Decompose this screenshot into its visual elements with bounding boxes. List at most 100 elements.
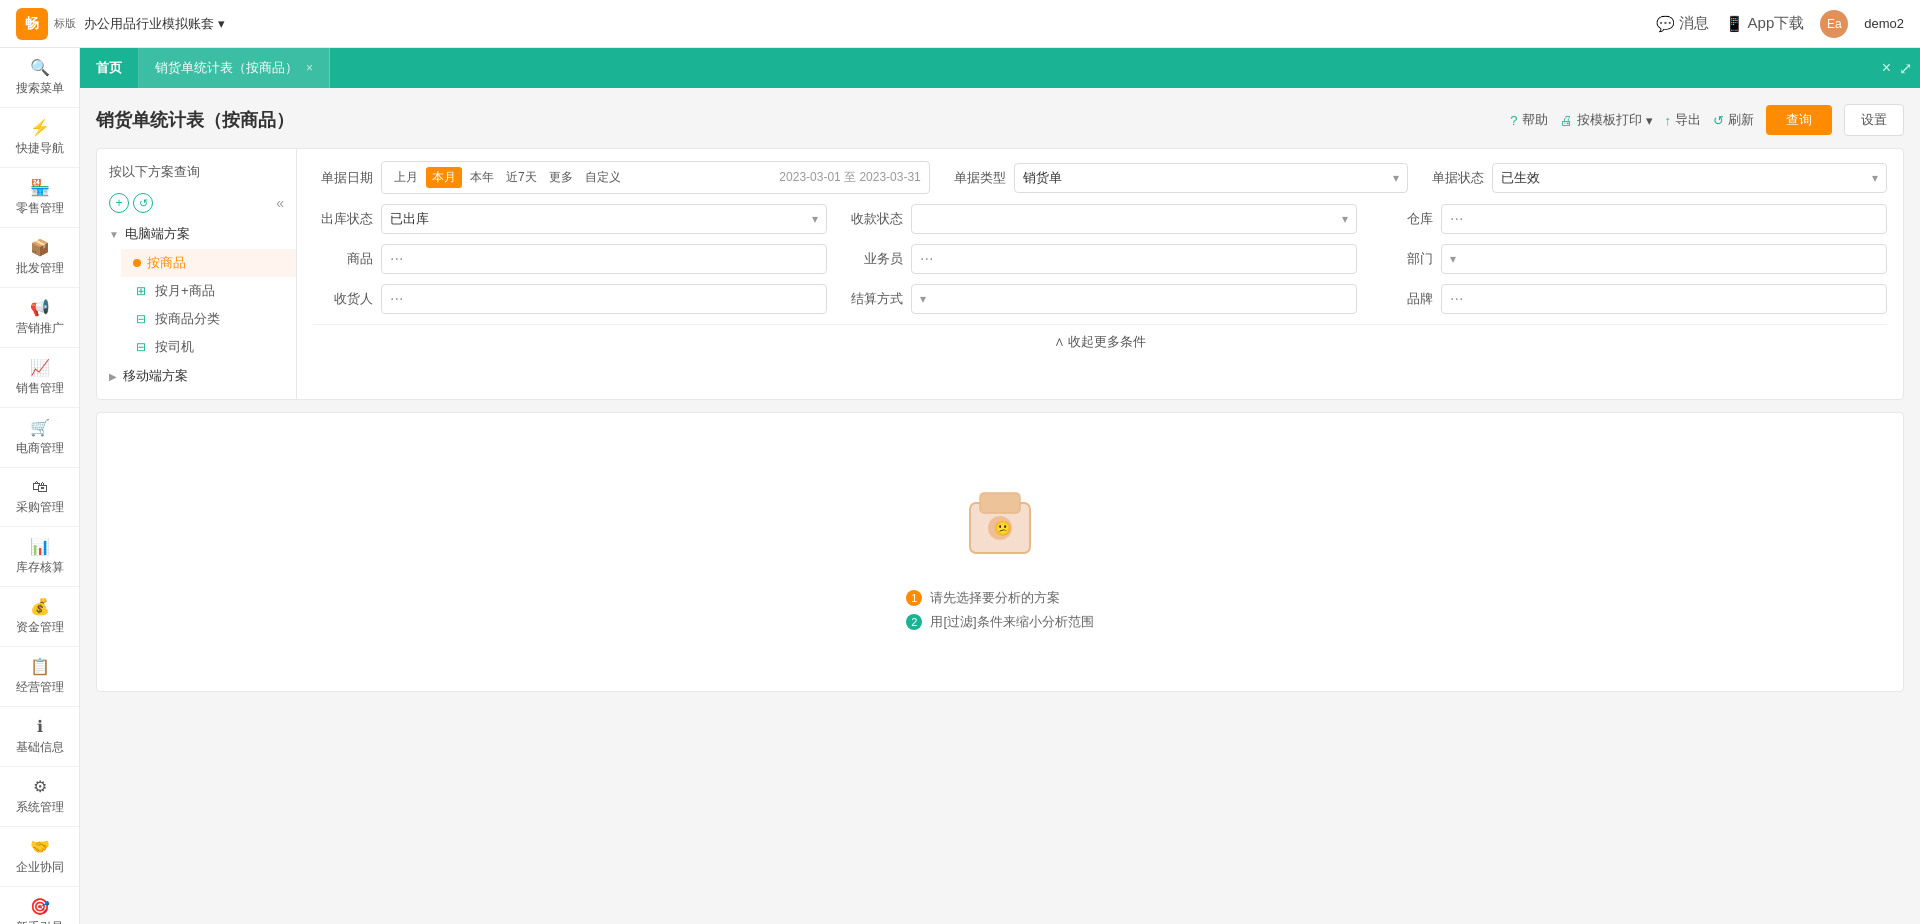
filter-receive-field: 收款状态 ▾ bbox=[843, 204, 1357, 234]
scheme-item-month-goods[interactable]: ⊞ 按月+商品 bbox=[121, 277, 296, 305]
sidebar-label-marketing: 营销推广 bbox=[16, 320, 64, 337]
scheme-refresh-btn[interactable]: ↺ bbox=[133, 193, 153, 213]
date-btn-thismonth[interactable]: 本月 bbox=[426, 167, 462, 188]
sidebar-item-search[interactable]: 🔍 搜索菜单 bbox=[0, 48, 79, 108]
scheme-collapse-btn[interactable]: « bbox=[276, 195, 284, 211]
brand-label: 品牌 bbox=[1373, 290, 1433, 308]
industry-select[interactable]: 办公用品行业模拟账套 ▾ bbox=[84, 15, 225, 33]
sidebar-item-marketing[interactable]: 📢 营销推广 bbox=[0, 288, 79, 348]
sidebar-item-operation[interactable]: 📋 经营管理 bbox=[0, 647, 79, 707]
filter-fields: 单据日期 上月 本月 本年 近7天 更多 自定义 bbox=[297, 149, 1903, 399]
warehouse-control[interactable]: ··· bbox=[1441, 204, 1887, 234]
scheme-group-pc-label: 电脑端方案 bbox=[125, 225, 190, 243]
query-button[interactable]: 查询 bbox=[1766, 105, 1832, 135]
empty-state: 😕 1 请先选择要分析的方案 2 用[过滤]条件来缩小分析范围 bbox=[96, 412, 1904, 692]
type-control[interactable]: 销货单 ▾ bbox=[1014, 163, 1409, 193]
app-label: App下载 bbox=[1748, 14, 1805, 33]
scheme-panel: 按以下方案查询 + ↺ « ▼ bbox=[97, 149, 297, 399]
sidebar-item-guide[interactable]: 🎯 新手引导 bbox=[0, 887, 79, 924]
date-btn-lastmonth[interactable]: 上月 bbox=[390, 167, 422, 188]
date-control[interactable]: 上月 本月 本年 近7天 更多 自定义 2023-03-01 至 2023-03… bbox=[381, 161, 930, 194]
sidebar-item-inventory[interactable]: 📊 库存核算 bbox=[0, 527, 79, 587]
sidebar-item-ecommerce[interactable]: 🛒 电商管理 bbox=[0, 408, 79, 468]
search-icon: 🔍 bbox=[30, 58, 50, 77]
sidebar-label-finance: 资金管理 bbox=[16, 619, 64, 636]
scheme-group-mobile-header[interactable]: ▶ 移动端方案 bbox=[97, 361, 296, 391]
basic-icon: ℹ bbox=[37, 717, 43, 736]
brand-control[interactable]: ··· bbox=[1441, 284, 1887, 314]
panel-body: 按以下方案查询 + ↺ « ▼ bbox=[97, 149, 1903, 399]
industry-name: 办公用品行业模拟账套 bbox=[84, 15, 214, 33]
sidebar-item-purchase[interactable]: 🛍 采购管理 bbox=[0, 468, 79, 527]
collapse-btn[interactable]: ∧ 收起更多条件 bbox=[313, 324, 1887, 359]
tip-num-2: 2 bbox=[906, 614, 922, 630]
sidebar-item-system[interactable]: ⚙ 系统管理 bbox=[0, 767, 79, 827]
date-btn-thisyear[interactable]: 本年 bbox=[466, 167, 498, 188]
sidebar: 🔍 搜索菜单 ⚡ 快捷导航 🏪 零售管理 📦 批发管理 📢 营销推广 📈 销售管… bbox=[0, 48, 80, 924]
staff-control[interactable]: ··· bbox=[911, 244, 1357, 274]
scheme-items-pc: 按商品 ⊞ 按月+商品 ⊟ 按商品分类 bbox=[97, 249, 296, 361]
out-value: 已出库 bbox=[390, 210, 429, 228]
sidebar-item-finance[interactable]: 💰 资金管理 bbox=[0, 587, 79, 647]
date-btn-custom[interactable]: 自定义 bbox=[581, 167, 625, 188]
date-btn-7days[interactable]: 近7天 bbox=[502, 167, 541, 188]
collab-icon: 🤝 bbox=[30, 837, 50, 856]
tab-sales-stat[interactable]: 销货单统计表（按商品） × bbox=[139, 48, 330, 88]
scheme-item-driver[interactable]: ⊟ 按司机 bbox=[121, 333, 296, 361]
date-btn-more[interactable]: 更多 bbox=[545, 167, 577, 188]
print-btn[interactable]: 🖨 按模板打印 ▾ bbox=[1560, 111, 1653, 129]
filter-brand-field: 品牌 ··· bbox=[1373, 284, 1887, 314]
tab-close-btn[interactable]: × bbox=[1882, 59, 1891, 77]
goods-control[interactable]: ··· bbox=[381, 244, 827, 274]
filter-date-field: 单据日期 上月 本月 本年 近7天 更多 自定义 bbox=[313, 161, 930, 194]
sidebar-item-basic[interactable]: ℹ 基础信息 bbox=[0, 707, 79, 767]
filter-payment-field: 结算方式 ▾ bbox=[843, 284, 1357, 314]
dept-control[interactable]: ▾ bbox=[1441, 244, 1887, 274]
tab-home-label: 首页 bbox=[96, 59, 122, 77]
tab-home[interactable]: 首页 bbox=[80, 48, 139, 88]
sidebar-label-inventory: 库存核算 bbox=[16, 559, 64, 576]
receiver-control[interactable]: ··· bbox=[381, 284, 827, 314]
sidebar-item-collab[interactable]: 🤝 企业协同 bbox=[0, 827, 79, 887]
sidebar-label-sales: 销售管理 bbox=[16, 380, 64, 397]
message-action[interactable]: 💬 消息 bbox=[1656, 14, 1709, 33]
guide-icon: 🎯 bbox=[30, 897, 50, 916]
retail-icon: 🏪 bbox=[30, 178, 50, 197]
sidebar-item-nav[interactable]: ⚡ 快捷导航 bbox=[0, 108, 79, 168]
receive-control[interactable]: ▾ bbox=[911, 204, 1357, 234]
sales-icon: 📈 bbox=[30, 358, 50, 377]
receive-label: 收款状态 bbox=[843, 210, 903, 228]
receive-arrow: ▾ bbox=[1342, 212, 1348, 226]
payment-control[interactable]: ▾ bbox=[911, 284, 1357, 314]
nav-icon: ⚡ bbox=[30, 118, 50, 137]
sidebar-label-retail: 零售管理 bbox=[16, 200, 64, 217]
warehouse-label: 仓库 bbox=[1373, 210, 1433, 228]
status-label: 单据状态 bbox=[1424, 169, 1484, 187]
collapse-label: ∧ 收起更多条件 bbox=[1054, 333, 1147, 351]
active-dot bbox=[133, 259, 141, 267]
scheme-item-by-goods[interactable]: 按商品 bbox=[121, 249, 296, 277]
scheme-item-month-goods-label: 按月+商品 bbox=[155, 282, 215, 300]
staff-dots: ··· bbox=[920, 250, 933, 268]
scheme-group-pc-header[interactable]: ▼ 电脑端方案 bbox=[97, 219, 296, 249]
app-download-action[interactable]: 📱 App下载 bbox=[1725, 14, 1805, 33]
help-btn[interactable]: ? 帮助 bbox=[1510, 111, 1547, 129]
sidebar-item-retail[interactable]: 🏪 零售管理 bbox=[0, 168, 79, 228]
scheme-group-mobile-label: 移动端方案 bbox=[123, 367, 188, 385]
status-control[interactable]: 已生效 ▾ bbox=[1492, 163, 1887, 193]
status-arrow: ▾ bbox=[1872, 171, 1878, 185]
setting-button[interactable]: 设置 bbox=[1844, 104, 1904, 136]
tab-close-icon[interactable]: × bbox=[306, 61, 313, 75]
scheme-group-arrow-down: ▼ bbox=[109, 229, 119, 240]
refresh-icon: ↺ bbox=[1713, 113, 1724, 128]
scheme-add-btn[interactable]: + bbox=[109, 193, 129, 213]
out-control[interactable]: 已出库 ▾ bbox=[381, 204, 827, 234]
sidebar-item-sales[interactable]: 📈 销售管理 bbox=[0, 348, 79, 408]
refresh-btn[interactable]: ↺ 刷新 bbox=[1713, 111, 1754, 129]
scheme-panel-header: 按以下方案查询 bbox=[97, 157, 296, 187]
scheme-item-category[interactable]: ⊟ 按商品分类 bbox=[121, 305, 296, 333]
tab-expand-btn[interactable]: ⤢ bbox=[1899, 59, 1912, 78]
export-btn[interactable]: ↑ 导出 bbox=[1665, 111, 1702, 129]
sidebar-item-wholesale[interactable]: 📦 批发管理 bbox=[0, 228, 79, 288]
filter-status-field: 单据状态 已生效 ▾ bbox=[1424, 163, 1887, 193]
